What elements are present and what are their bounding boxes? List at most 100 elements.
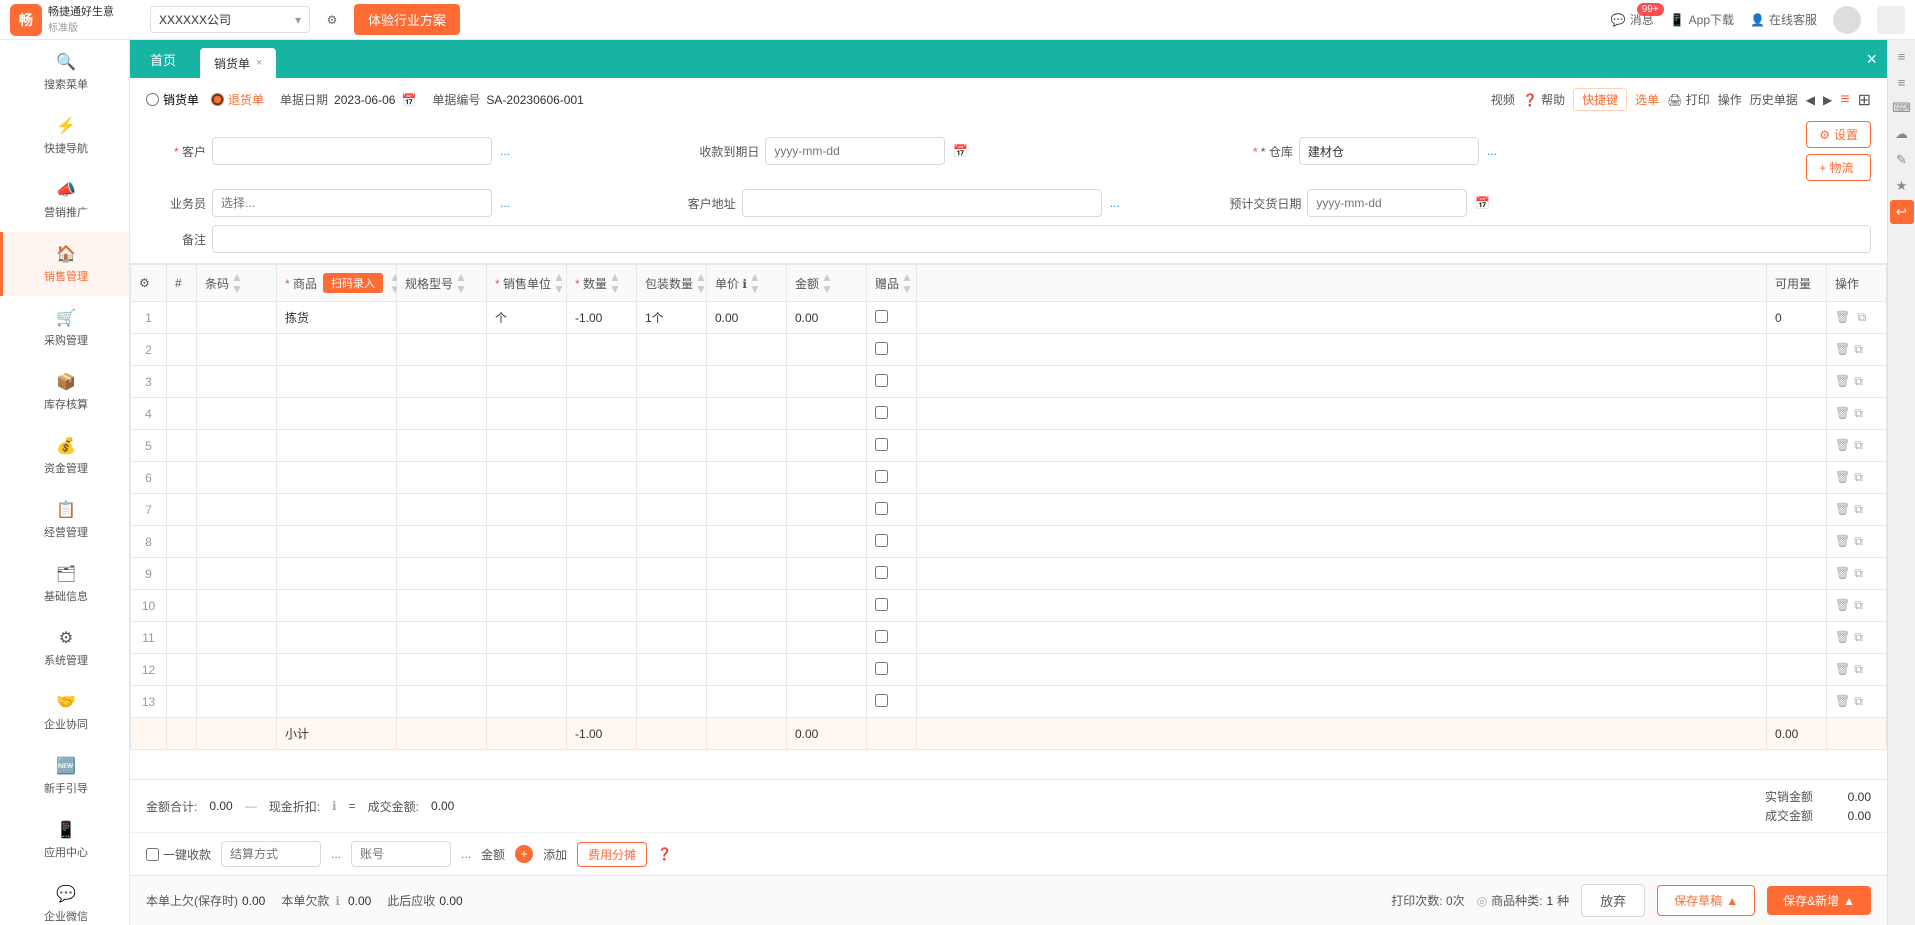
payment-date-input[interactable] <box>765 137 945 165</box>
app-download-button[interactable]: 📱 App下载 <box>1670 11 1734 28</box>
delete-icon-5[interactable]: 🗑 <box>1835 438 1850 452</box>
calendar-icon-delivery[interactable]: 📅 <box>1475 196 1490 210</box>
sidebar-item-wechat[interactable]: 💬 企业微信 <box>0 872 129 925</box>
sidebar-item-operations[interactable]: 📋 经营管理 <box>0 488 129 552</box>
close-all-tabs-icon[interactable]: × <box>1866 49 1877 70</box>
message-button[interactable]: 💬 消息 99+ <box>1611 11 1654 28</box>
gift-checkbox-3[interactable] <box>875 374 888 387</box>
sidebar-item-search[interactable]: 🔍 搜索菜单 <box>0 40 129 104</box>
calendar-icon-payment[interactable]: 📅 <box>953 144 968 158</box>
delete-icon-4[interactable]: 🗑 <box>1835 406 1850 420</box>
owed-help-icon[interactable]: ℹ <box>335 894 340 908</box>
sidebar-item-finance[interactable]: 💰 资金管理 <box>0 424 129 488</box>
delete-icon-2[interactable]: 🗑 <box>1835 342 1850 356</box>
customer-input[interactable] <box>212 137 492 165</box>
fenyong-help-icon[interactable]: ❓ <box>657 847 672 861</box>
quick-pay-checkbox[interactable] <box>146 848 159 861</box>
sidebar-item-basics[interactable]: 🗂 基础信息 <box>0 552 129 616</box>
delete-icon-6[interactable]: 🗑 <box>1835 470 1850 484</box>
calendar-icon-date[interactable]: 📅 <box>401 93 416 107</box>
warehouse-dots[interactable]: ... <box>1487 144 1497 158</box>
addr-dots[interactable]: ... <box>1110 196 1120 210</box>
gift-checkbox-12[interactable] <box>875 662 888 675</box>
rs-icon-7[interactable]: ↩ <box>1890 200 1914 224</box>
select-btn[interactable]: 选单 <box>1635 91 1659 108</box>
pay-method-dots[interactable]: ... <box>331 847 341 861</box>
delete-icon-3[interactable]: 🗑 <box>1835 374 1850 388</box>
copy-icon-4[interactable]: ⧉ <box>1854 406 1863 420</box>
sidebar-item-quicknav[interactable]: ⚡ 快捷导航 <box>0 104 129 168</box>
delete-icon-13[interactable]: 🗑 <box>1835 694 1850 708</box>
copy-icon-11[interactable]: ⧉ <box>1854 630 1863 644</box>
salesperson-input[interactable] <box>212 189 492 217</box>
fenyong-button[interactable]: 费用分摊 <box>577 842 647 867</box>
scan-barcode-button[interactable]: 扫码录入 <box>323 273 383 293</box>
warehouse-input[interactable] <box>1299 137 1479 165</box>
sidebar-item-collaboration[interactable]: 🤝 企业协同 <box>0 680 129 744</box>
gift-checkbox-5[interactable] <box>875 438 888 451</box>
discount-help-icon[interactable]: ℹ <box>332 799 337 813</box>
delivery-date-input[interactable] <box>1307 189 1467 217</box>
rs-icon-2[interactable]: ≡ <box>1890 70 1914 94</box>
delete-icon-10[interactable]: 🗑 <box>1835 598 1850 612</box>
sidebar-item-purchase[interactable]: 🛒 采购管理 <box>0 296 129 360</box>
quick-pay-label[interactable]: 一键收款 <box>146 846 211 863</box>
sidebar-item-guide[interactable]: 🆕 新手引导 <box>0 744 129 808</box>
sidebar-item-appstore[interactable]: 📱 应用中心 <box>0 808 129 872</box>
delete-icon-11[interactable]: 🗑 <box>1835 630 1850 644</box>
rs-icon-3[interactable]: ⌨ <box>1890 96 1914 120</box>
delete-icon-1[interactable]: 🗑 <box>1835 310 1850 324</box>
rs-icon-5[interactable]: ✎ <box>1890 148 1914 172</box>
gift-checkbox-7[interactable] <box>875 502 888 515</box>
sidebar-item-marketing[interactable]: 📣 营销推广 <box>0 168 129 232</box>
delete-icon-8[interactable]: 🗑 <box>1835 534 1850 548</box>
delete-icon-9[interactable]: 🗑 <box>1835 566 1850 580</box>
customer-addr-input[interactable] <box>742 189 1102 217</box>
gift-checkbox-11[interactable] <box>875 630 888 643</box>
user-avatar[interactable] <box>1833 6 1861 34</box>
customer-dots[interactable]: ... <box>500 144 510 158</box>
save-new-button[interactable]: 保存&新增 ▲ <box>1767 886 1871 915</box>
rs-icon-1[interactable]: ≡ <box>1890 44 1914 68</box>
logistics-button[interactable]: + 物流 <box>1806 154 1871 181</box>
pay-method-input[interactable] <box>221 841 321 867</box>
prev-btn[interactable]: ◀ <box>1806 93 1815 107</box>
delete-icon-12[interactable]: 🗑 <box>1835 662 1850 676</box>
setup-button[interactable]: ⚙ 设置 <box>1806 121 1871 148</box>
gift-checkbox-4[interactable] <box>875 406 888 419</box>
copy-icon-12[interactable]: ⧉ <box>1854 662 1863 676</box>
history-btn[interactable]: 历史单据 <box>1750 91 1798 108</box>
save-draft-button[interactable]: 保存草稿 ▲ <box>1657 885 1755 916</box>
rs-icon-6[interactable]: ★ <box>1890 174 1914 198</box>
copy-icon-8[interactable]: ⧉ <box>1854 534 1863 548</box>
radio-return-input[interactable] <box>211 93 224 106</box>
shortcut-btn[interactable]: 快捷键 <box>1573 88 1627 111</box>
copy-icon-6[interactable]: ⧉ <box>1854 470 1863 484</box>
tab-sales-order[interactable]: 销货单 × <box>200 48 276 78</box>
trial-button[interactable]: 体验行业方案 <box>354 4 460 35</box>
user-menu[interactable] <box>1877 6 1905 34</box>
radio-sale-input[interactable] <box>146 93 159 106</box>
layout2-btn[interactable]: ⊞ <box>1858 90 1871 110</box>
delete-icon-7[interactable]: 🗑 <box>1835 502 1850 516</box>
salesperson-dots[interactable]: ... <box>500 196 510 210</box>
notes-input[interactable] <box>212 225 1871 253</box>
tab-home[interactable]: 首页 <box>130 40 196 78</box>
print-btn[interactable]: 🖨 打印 <box>1667 91 1710 108</box>
copy-icon-2[interactable]: ⧉ <box>1854 342 1863 356</box>
tab-close-icon[interactable]: × <box>256 57 262 69</box>
copy-icon-1[interactable]: ⧉ <box>1858 310 1867 324</box>
copy-icon-9[interactable]: ⧉ <box>1854 566 1863 580</box>
gift-checkbox-1[interactable] <box>875 310 888 323</box>
sidebar-item-inventory[interactable]: 📦 库存核算 <box>0 360 129 424</box>
help-btn[interactable]: ❓ 帮助 <box>1523 91 1565 108</box>
radio-return[interactable]: 退货单 <box>211 91 264 108</box>
top-settings-icon[interactable]: ⚙ <box>318 6 346 34</box>
add-payment-button[interactable]: + <box>515 845 533 863</box>
copy-icon-10[interactable]: ⧉ <box>1854 598 1863 612</box>
radio-sale[interactable]: 销货单 <box>146 91 199 108</box>
copy-icon-5[interactable]: ⧉ <box>1854 438 1863 452</box>
product-kind-icon[interactable]: ◎ <box>1477 894 1487 908</box>
col-settings-header[interactable]: ⚙ <box>131 265 167 302</box>
account-dots[interactable]: ... <box>461 847 471 861</box>
